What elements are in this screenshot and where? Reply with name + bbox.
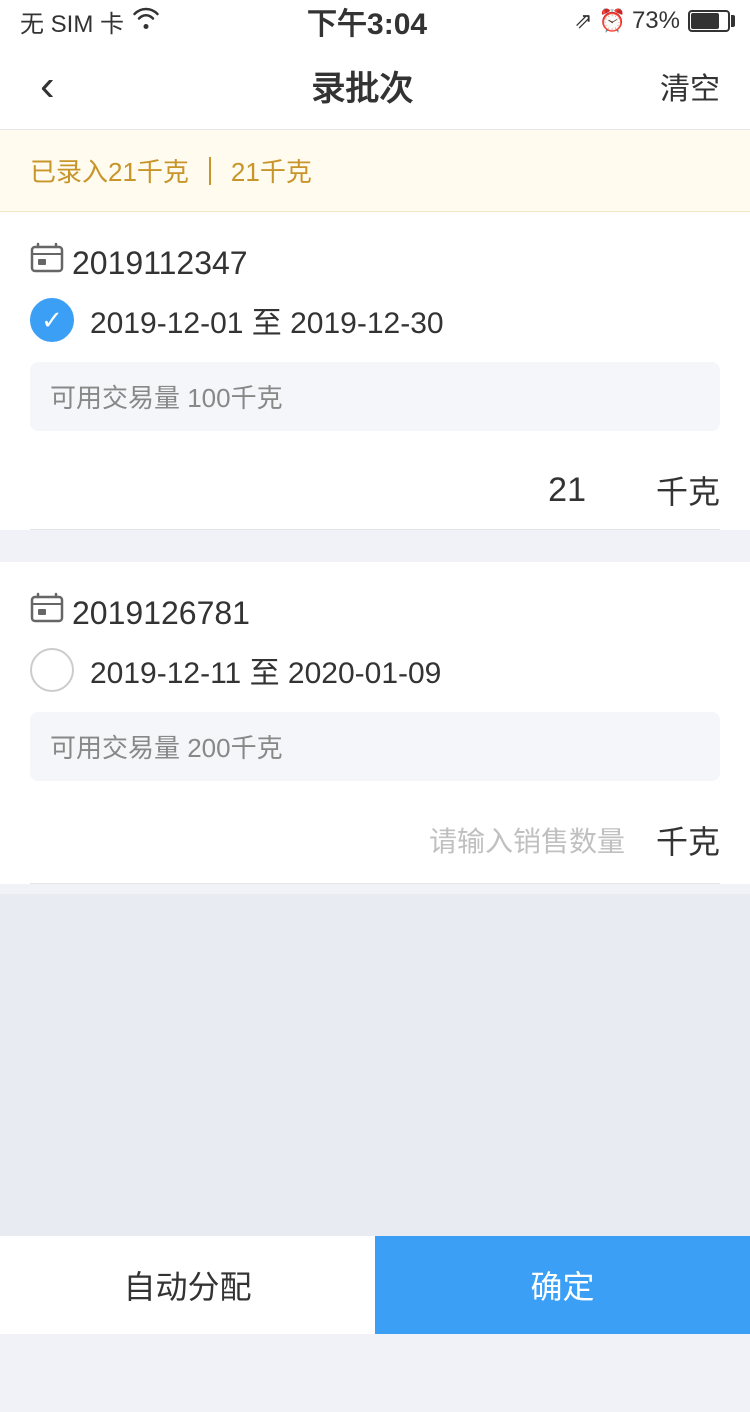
- batch-1-divider: [30, 529, 720, 530]
- quantity-input[interactable]: [30, 821, 640, 860]
- batch-id-icon-1: [30, 242, 64, 284]
- main-content: 已录入21千克 21千克 2019112347: [0, 130, 750, 1412]
- batch-1-date: 2019-12-01 至 2019-12-30: [90, 298, 444, 342]
- batch-1-id-row: 2019112347: [30, 242, 720, 284]
- batch-2-date: 2019-12-11 至 2020-01-09: [90, 648, 441, 692]
- batch-2-id-row: 2019126781: [30, 592, 720, 634]
- batch-1-radio[interactable]: ✓: [30, 298, 74, 342]
- batch-1-section: 2019112347 ✓ 2019-12-01 至 2019-12-30 可用交…: [0, 212, 750, 530]
- batch-1-value-row: 21 千克: [0, 451, 750, 513]
- batch-2-availability: 可用交易量 200千克: [50, 733, 283, 763]
- batch-1-item: 2019112347 ✓ 2019-12-01 至 2019-12-30 可用交…: [0, 212, 750, 431]
- carrier-text: 无 SIM 卡: [20, 4, 124, 39]
- batch-2-date-row[interactable]: 2019-12-11 至 2020-01-09: [30, 648, 720, 692]
- info-divider: [209, 157, 211, 185]
- input-unit: 千克: [656, 817, 720, 863]
- batch-2-id: 2019126781: [72, 595, 250, 632]
- back-button[interactable]: ‹: [30, 51, 65, 121]
- batch-2-input-row: 千克: [0, 801, 750, 883]
- status-time: 下午3:04: [307, 0, 427, 43]
- batch-1-date-row[interactable]: ✓ 2019-12-01 至 2019-12-30: [30, 298, 720, 342]
- nav-bar: ‹ 录批次 清空: [0, 42, 750, 130]
- info-banner: 已录入21千克 21千克: [0, 130, 750, 212]
- page-title: 录批次: [311, 61, 413, 110]
- battery-percent: 73%: [632, 7, 680, 35]
- status-icons: ⇗ ⏰ 73%: [574, 7, 730, 35]
- batch-2-section: 2019126781 2019-12-11 至 2020-01-09 可用交易量…: [0, 562, 750, 884]
- batch-2-radio[interactable]: [30, 648, 74, 692]
- batch-1-value: 21: [548, 471, 586, 510]
- alarm-icon: ⏰: [599, 8, 626, 34]
- wifi-icon: [132, 7, 160, 36]
- status-bar: 无 SIM 卡 下午3:04 ⇗ ⏰ 73%: [0, 0, 750, 42]
- confirm-button[interactable]: 确定: [375, 1236, 750, 1334]
- total-amount: 21千克: [231, 152, 312, 189]
- batch-1-unit: 千克: [656, 467, 720, 513]
- batch-1-id: 2019112347: [72, 245, 248, 282]
- location-icon: ⇗: [574, 8, 592, 34]
- batch-2-divider: [30, 883, 720, 884]
- batch-id-icon-2: [30, 592, 64, 634]
- auto-distribute-button[interactable]: 自动分配: [0, 1236, 375, 1334]
- bottom-bar: 自动分配 确定: [0, 1236, 750, 1334]
- status-carrier: 无 SIM 卡: [20, 4, 160, 39]
- check-icon: ✓: [41, 305, 63, 336]
- batch-2-availability-box: 可用交易量 200千克: [30, 712, 720, 781]
- batch-1-availability-box: 可用交易量 100千克: [30, 362, 720, 431]
- batch-2-item: 2019126781 2019-12-11 至 2020-01-09 可用交易量…: [0, 562, 750, 781]
- batch-1-availability: 可用交易量 100千克: [50, 383, 283, 413]
- battery-icon: [688, 10, 730, 32]
- section-divider: [0, 546, 750, 562]
- recorded-amount: 已录入21千克: [30, 152, 189, 189]
- clear-button[interactable]: 清空: [660, 64, 720, 108]
